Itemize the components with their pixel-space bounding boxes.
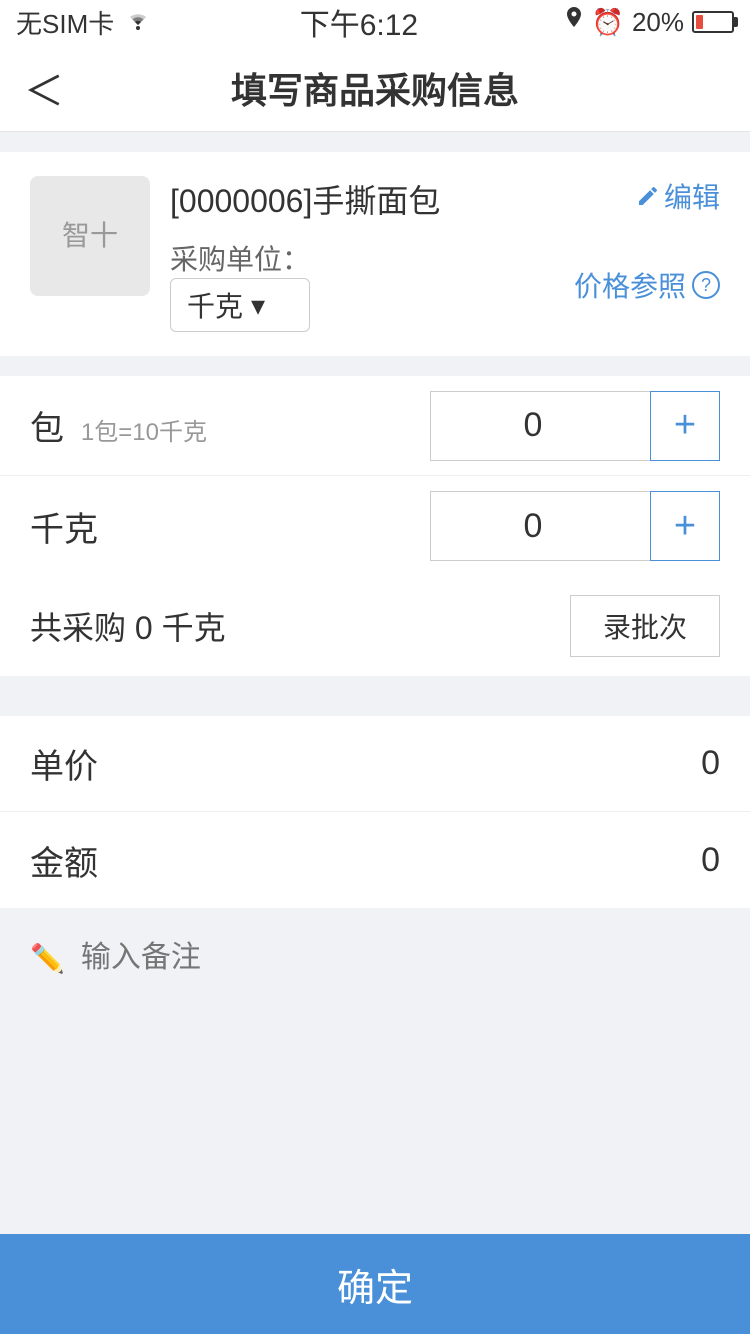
pack-label-area: 包 1包=10千克 [30, 401, 207, 450]
unit-price-value: 0 [701, 744, 720, 783]
product-header: [0000006]手撕面包 编辑 [170, 176, 720, 222]
page-title: 填写商品采购信息 [231, 62, 519, 114]
amount-label: 金额 [30, 836, 98, 885]
pencil-icon: ✏️ [30, 942, 65, 975]
info-section: 单价 0 金额 0 [0, 716, 750, 908]
unit-label: 采购单位： [170, 244, 310, 275]
pack-row: 包 1包=10千克 + [0, 376, 750, 476]
kg-input-area: + [430, 491, 720, 561]
location-icon [564, 7, 584, 38]
status-right: ⏰ 20% [564, 7, 734, 38]
product-logo: 智十 [62, 219, 118, 253]
clock-icon: ⏰ [592, 7, 624, 38]
divider-2 [0, 676, 750, 696]
wifi-icon [122, 7, 154, 38]
amount-value: 0 [701, 841, 720, 880]
kg-plus-button[interactable]: + [650, 491, 720, 561]
pack-quantity-input[interactable] [430, 391, 650, 461]
status-bar: 无SIM卡 下午6:12 ⏰ 20% [0, 0, 750, 44]
status-left: 无SIM卡 [16, 4, 154, 41]
product-info: [0000006]手撕面包 编辑 采购单位： 千克 ▾ 价格参照 ? [170, 176, 720, 332]
battery-percent: 20% [632, 7, 684, 38]
product-image: 智十 [30, 176, 150, 296]
input-section: 包 1包=10千克 + 千克 + [0, 376, 750, 576]
edit-button[interactable]: 编辑 [636, 176, 720, 216]
svg-text:?: ? [701, 275, 711, 295]
product-card: 智十 [0000006]手撕面包 编辑 采购单位： 千克 ▾ 价格参照 ? [0, 152, 750, 356]
unit-price-row: 单价 0 [0, 716, 750, 812]
battery-icon [692, 11, 734, 33]
remarks-input[interactable] [81, 941, 720, 975]
unit-price-label: 单价 [30, 739, 98, 788]
divider-1 [0, 356, 750, 376]
kg-label: 千克 [30, 511, 98, 549]
price-ref-button[interactable]: 价格参照 ? [574, 265, 720, 305]
unit-label-area: 采购单位： 千克 ▾ [170, 238, 310, 332]
product-name: [0000006]手撕面包 [170, 176, 440, 222]
back-button[interactable]: ＜ [24, 59, 64, 117]
confirm-button[interactable]: 确定 [0, 1234, 750, 1334]
pack-plus-button[interactable]: + [650, 391, 720, 461]
status-time: 下午6:12 [300, 0, 418, 44]
pack-input-area: + [430, 391, 720, 461]
summary-row: 共采购 0 千克 录批次 [0, 576, 750, 676]
pack-label: 包 [30, 410, 64, 448]
remarks-section: ✏️ [0, 908, 750, 1008]
kg-row: 千克 + [0, 476, 750, 576]
product-unit-row: 采购单位： 千克 ▾ 价格参照 ? [170, 238, 720, 332]
record-batch-button[interactable]: 录批次 [570, 595, 720, 657]
pack-sublabel: 1包=10千克 [81, 419, 207, 446]
kg-label-area: 千克 [30, 502, 98, 551]
kg-quantity-input[interactable] [430, 491, 650, 561]
summary-text: 共采购 0 千克 [30, 603, 226, 649]
amount-row: 金额 0 [0, 812, 750, 908]
dropdown-icon: ▾ [251, 289, 265, 322]
carrier-label: 无SIM卡 [16, 4, 114, 41]
unit-select[interactable]: 千克 ▾ [170, 278, 310, 332]
nav-bar: ＜ 填写商品采购信息 [0, 44, 750, 132]
